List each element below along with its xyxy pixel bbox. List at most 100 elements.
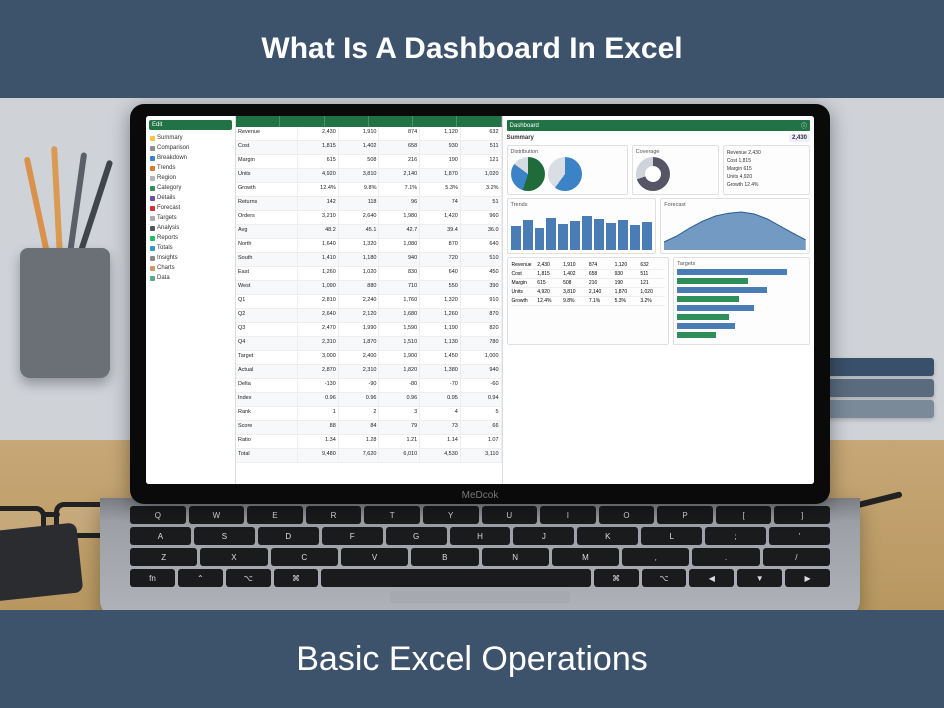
info-icon: ⓘ [801, 121, 807, 130]
table-row[interactable]: Avg48.245.142.739.436.0 [236, 225, 502, 239]
bar [546, 218, 556, 250]
table-cell: 118 [339, 197, 380, 210]
table-cell: 84 [339, 421, 380, 434]
table-cell: 3,110 [461, 449, 502, 462]
keyboard-key: [ [716, 506, 772, 524]
table-cell: 96 [379, 197, 420, 210]
sidebar-item[interactable]: Forecast [149, 203, 232, 213]
sidebar-item[interactable]: Charts [149, 263, 232, 273]
card-title: Distribution [511, 149, 624, 155]
sidebar-item-label: Comparison [157, 145, 189, 151]
table-cell: 3.2% [461, 183, 502, 196]
table-row[interactable]: Actual2,8702,3101,8201,380940 [236, 365, 502, 379]
table-cell: 658 [588, 270, 614, 278]
sidebar-item[interactable]: Trends [149, 163, 232, 173]
table-row[interactable]: Q12,8102,2401,7601,320910 [236, 295, 502, 309]
table-row[interactable]: Total9,4807,6206,0104,5303,110 [236, 449, 502, 463]
keyboard-key: F [322, 527, 383, 545]
table-cell: 2 [339, 407, 380, 420]
hbar [677, 305, 754, 311]
table-cell: 0.96 [339, 393, 380, 406]
keyboard-key: O [599, 506, 655, 524]
table-row[interactable]: South1,4101,180940720510 [236, 253, 502, 267]
sidebar-item[interactable]: Category [149, 183, 232, 193]
sidebar-item[interactable]: Summary [149, 133, 232, 143]
keyboard-key: S [194, 527, 255, 545]
table-row[interactable]: Rank12345 [236, 407, 502, 421]
table-row[interactable]: Index0.960.960.960.950.94 [236, 393, 502, 407]
table-cell: -130 [298, 379, 339, 392]
table-row[interactable]: Score8884797366 [236, 421, 502, 435]
stats-card: Revenue 2,430Cost 1,815Margin 615Units 4… [723, 145, 810, 195]
sidebar-item[interactable]: Breakdown [149, 153, 232, 163]
table-cell: Score [236, 421, 298, 434]
table-row[interactable]: Q22,6402,1201,6801,260870 [236, 309, 502, 323]
table-cell: Growth [511, 297, 537, 305]
sidebar-item[interactable]: Details [149, 193, 232, 203]
sidebar-item-label: Totals [157, 245, 173, 251]
table-cell: 1,320 [420, 295, 461, 308]
table-cell: Rank [236, 407, 298, 420]
sidebar-item[interactable]: Targets [149, 213, 232, 223]
table-row[interactable]: Q42,3101,8701,5101,130780 [236, 337, 502, 351]
table-row[interactable]: Cost1,8151,402658930511 [236, 141, 502, 155]
keyboard-key: K [577, 527, 638, 545]
category-dot-icon [150, 236, 155, 241]
bar [630, 225, 640, 250]
sidebar-item[interactable]: Region [149, 173, 232, 183]
category-dot-icon [150, 136, 155, 141]
table-row[interactable]: Ratio1.341.281.211.141.07 [236, 435, 502, 449]
table-row[interactable]: Growth12.4%9.8%7.1%5.3%3.2% [236, 183, 502, 197]
hbar [677, 287, 767, 293]
table-row[interactable]: North1,6401,3201,080870640 [236, 239, 502, 253]
table-cell: 1,680 [379, 309, 420, 322]
table-cell: 1.21 [379, 435, 420, 448]
sidebar-item[interactable]: Reports [149, 233, 232, 243]
table-cell: 508 [562, 279, 588, 287]
table-cell: 1,402 [562, 270, 588, 278]
table-row[interactable]: Target3,0002,4001,9001,4501,000 [236, 351, 502, 365]
table-row[interactable]: Units4,9203,8102,1401,8701,020 [236, 169, 502, 183]
keyboard-key: R [306, 506, 362, 524]
category-dot-icon [150, 146, 155, 151]
table-cell: West [236, 281, 298, 294]
table-cell: 1.34 [298, 435, 339, 448]
sidebar-item[interactable]: Totals [149, 243, 232, 253]
sidebar-item-label: Breakdown [157, 155, 187, 161]
card-title: Trends [511, 202, 653, 208]
table-row[interactable]: East1,2601,020830640450 [236, 267, 502, 281]
table-cell: 9.8% [339, 183, 380, 196]
table-row[interactable]: Delta-130-90-80-70-60 [236, 379, 502, 393]
table-cell: 42.7 [379, 225, 420, 238]
keyboard-key: A [130, 527, 191, 545]
table-row[interactable]: Revenue2,4301,9108741,120632 [236, 127, 502, 141]
sidebar-item[interactable]: Analysis [149, 223, 232, 233]
table-cell: 1,402 [339, 141, 380, 154]
table-row[interactable]: Margin615508216190121 [236, 155, 502, 169]
table-cell: Q4 [236, 337, 298, 350]
table-cell: Total [236, 449, 298, 462]
table-row: Cost1,8151,402658930511 [511, 270, 666, 279]
category-dot-icon [150, 246, 155, 251]
table-cell: 632 [639, 261, 665, 269]
table-row[interactable]: West1,090880710550390 [236, 281, 502, 295]
table-row: Margin615508216190121 [511, 279, 666, 288]
sidebar-item[interactable]: Data [149, 273, 232, 283]
hbar-chart-card: Targets [673, 257, 810, 345]
keyboard-key: Y [423, 506, 479, 524]
table-row[interactable]: Orders3,2102,6401,9801,420960 [236, 211, 502, 225]
table-row[interactable]: Q32,4701,9901,5901,190820 [236, 323, 502, 337]
category-dot-icon [150, 226, 155, 231]
table-cell: Index [236, 393, 298, 406]
table-cell: 2,310 [298, 337, 339, 350]
table-cell: Revenue [511, 261, 537, 269]
table-row[interactable]: Returns142118967451 [236, 197, 502, 211]
table-cell: 940 [379, 253, 420, 266]
sidebar-item[interactable]: Insights [149, 253, 232, 263]
sidebar-item[interactable]: Comparison [149, 143, 232, 153]
table-cell: 216 [379, 155, 420, 168]
table-cell: 930 [420, 141, 461, 154]
stat-row: Growth 12.4% [727, 181, 806, 189]
dashboard-header-label: Dashboard [510, 123, 539, 129]
table-cell: 1,640 [298, 239, 339, 252]
